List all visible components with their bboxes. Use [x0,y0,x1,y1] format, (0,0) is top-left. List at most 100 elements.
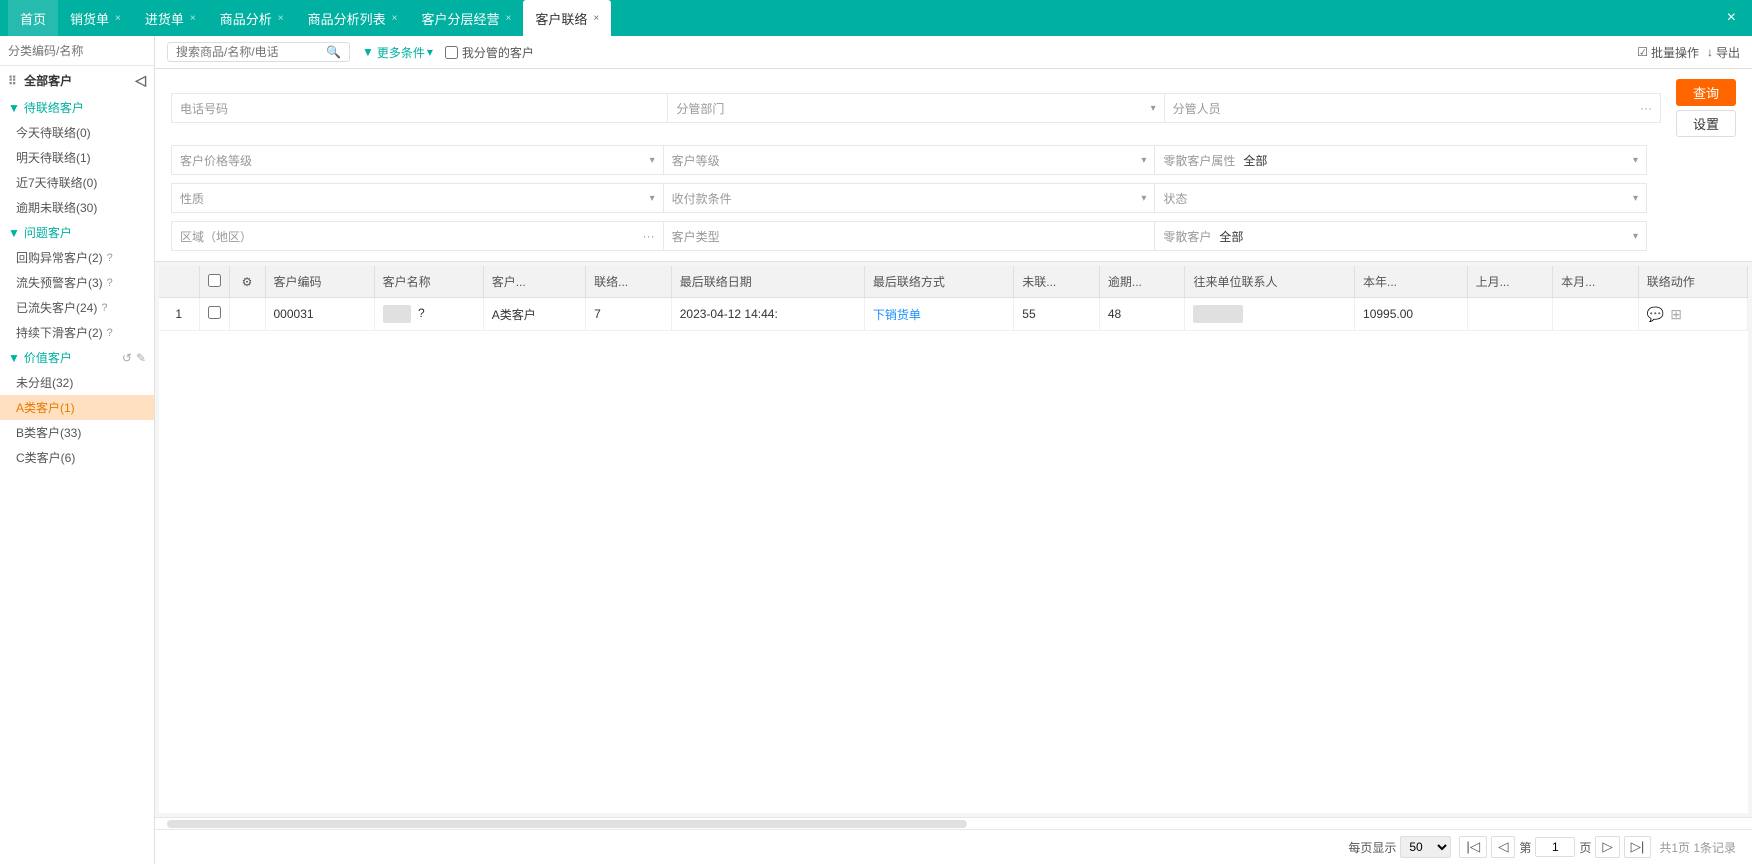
col-header-last-date[interactable]: 最后联络日期 [671,266,864,298]
sidebar-item-declining[interactable]: 持续下滑客户(2) ? [0,320,154,345]
refresh-icon[interactable]: ↺ [122,351,132,365]
close-customer-tier-icon[interactable]: × [505,13,511,24]
price-level-select[interactable]: ▾ [260,155,655,166]
sidebar-group-value-customers[interactable]: ▼ 价值客户 ↺ ✎ [0,345,154,370]
customer-level-select[interactable]: ▾ [728,155,1147,166]
col-header-check [199,266,229,298]
price-level-arrow-icon: ▾ [650,155,655,166]
last-method-link[interactable]: 下销货单 [873,308,921,322]
close-customer-contact-icon[interactable]: × [593,13,599,24]
nav-product-analysis-list[interactable]: 商品分析列表 × [296,0,410,36]
close-sales-icon[interactable]: × [115,13,121,24]
sidebar-group-problem-customers[interactable]: ▼ 问题客户 [0,220,154,245]
nav-customer-contact[interactable]: 客户联络 × [523,0,611,36]
first-page-btn[interactable]: |◁ [1459,836,1487,858]
col-header-name[interactable]: 客户名称 [374,266,483,298]
region-dots-btn[interactable]: ··· [643,229,655,243]
filter-phone: 电话号码 [171,93,668,123]
comment-icon[interactable]: 💬 [1647,306,1664,323]
table-header-row: ⚙ 客户编码 客户名称 客户... 联络... [159,266,1748,298]
row-checkbox[interactable] [208,306,221,319]
cell-no-contact: 55 [1014,298,1100,331]
col-header-last-method[interactable]: 最后联络方式 [864,266,1013,298]
select-all-checkbox[interactable] [208,274,221,287]
col-header-last-month[interactable]: 上月... [1467,266,1553,298]
main-search-icon[interactable]: 🔍 [326,45,341,59]
manager-dots-btn[interactable]: ··· [1640,101,1652,115]
last-page-btn[interactable]: ▷| [1624,836,1652,858]
col-header-no-contact[interactable]: 未联... [1014,266,1100,298]
status-arrow-icon: ▾ [1633,193,1638,204]
price-level-label: 客户价格等级 [180,152,252,169]
filter-status: 状态 ▾ [1154,183,1647,213]
col-header-this-year[interactable]: 本年... [1355,266,1468,298]
next-page-btn[interactable]: ▷ [1595,836,1619,858]
col-header-unit-contact[interactable]: 往来单位联系人 [1185,266,1355,298]
edit-value-group-icon[interactable]: ✎ [136,351,146,365]
sidebar-search-area: 🔍 [0,36,154,66]
page-size-dropdown[interactable]: 50 100 200 [1400,836,1451,858]
sidebar-item-week-contact[interactable]: 近7天待联络(0) [0,170,154,195]
phone-label: 电话号码 [180,100,228,117]
sidebar-item-c-class[interactable]: C类客户(6) [0,445,154,470]
col-header-contact[interactable]: 联络... [586,266,672,298]
table-row: 1 000031 ? A类客户 7 2023-04-12 14:44: [159,298,1748,331]
sidebar-item-repurchase-abnormal[interactable]: 回购异常客户(2) ? [0,245,154,270]
sidebar-item-a-class[interactable]: A类客户(1) [0,395,154,420]
payment-select[interactable]: ▾ [740,193,1147,204]
col-header-action[interactable]: 联络动作 [1638,266,1747,298]
cell-unit-contact [1185,298,1355,331]
cell-contact: 7 [586,298,672,331]
nav-customer-tier[interactable]: 客户分层经营 × [409,0,523,36]
export-btn[interactable]: ↓ 导出 [1707,44,1740,61]
qrcode-icon[interactable]: ⊞ [1670,306,1682,323]
sidebar-item-churned[interactable]: 已流失客户(24) ? [0,295,154,320]
my-customers-checkbox[interactable] [445,46,458,59]
group-arrow-icon-3: ▼ [8,351,20,365]
sidebar-item-ungrouped[interactable]: 未分组(32) [0,370,154,395]
retail-select[interactable]: 全部 ▾ [1219,228,1638,245]
query-button[interactable]: 查询 [1676,79,1736,106]
sidebar-search-input[interactable] [8,44,155,58]
filter-icon: ▼ [362,45,374,59]
sidebar-collapse-icon[interactable]: ◁ [135,72,146,89]
col-header-code[interactable]: 客户编码 [265,266,374,298]
phone-input[interactable] [236,101,659,115]
unit-contact-placeholder [1193,305,1243,323]
status-select[interactable]: ▾ [1195,193,1638,204]
main-search-input[interactable] [176,45,326,59]
col-header-overdue[interactable]: 逾期... [1099,266,1185,298]
nav-product-analysis[interactable]: 商品分析 × [208,0,296,36]
setting-button[interactable]: 设置 [1676,110,1736,137]
col-header-type[interactable]: 客户... [483,266,585,298]
nature-select[interactable]: ▾ [212,193,655,204]
batch-op-btn[interactable]: ☑ 批量操作 [1637,44,1699,61]
col-header-this-month[interactable]: 本月... [1553,266,1639,298]
close-purchase-icon[interactable]: × [190,13,196,24]
nav-purchase[interactable]: 进货单 × [133,0,208,36]
sidebar-item-b-class[interactable]: B类客户(33) [0,420,154,445]
cell-name: ? [374,298,483,331]
horizontal-scrollbar-area [155,817,1752,829]
nav-home[interactable]: 首页 [8,0,58,36]
horizontal-scrollbar-thumb[interactable] [167,820,967,828]
col-header-gear[interactable]: ⚙ [229,266,265,298]
sidebar-item-overdue-contact[interactable]: 逾期未联络(30) [0,195,154,220]
sidebar-item-today-contact[interactable]: 今天待联络(0) [0,120,154,145]
page-number-input[interactable] [1535,837,1575,857]
prev-page-btn[interactable]: ◁ [1491,836,1515,858]
close-product-analysis-list-icon[interactable]: × [392,13,398,24]
filter-retail: 零散客户 全部 ▾ [1154,221,1647,251]
filter-row-1: 电话号码 分管部门 ▾ 分管人员 ··· 查询 设置 [171,79,1736,137]
retail-arrow-icon: ▾ [1633,231,1638,242]
sidebar-item-churn-warning[interactable]: 流失预警客户(3) ? [0,270,154,295]
sidebar-item-tomorrow-contact[interactable]: 明天待联络(1) [0,145,154,170]
sidebar-group-pending-contact[interactable]: ▼ 待联络客户 [0,95,154,120]
more-filters-btn[interactable]: ▼ 更多条件 ▾ [362,44,433,61]
dept-select[interactable]: ▾ [732,103,1155,114]
nav-sales[interactable]: 销货单 × [58,0,133,36]
close-product-analysis-icon[interactable]: × [278,13,284,24]
col-header-num [159,266,199,298]
window-close-button[interactable]: × [1719,5,1744,31]
retail-attr-select[interactable]: 全部 ▾ [1243,152,1638,169]
